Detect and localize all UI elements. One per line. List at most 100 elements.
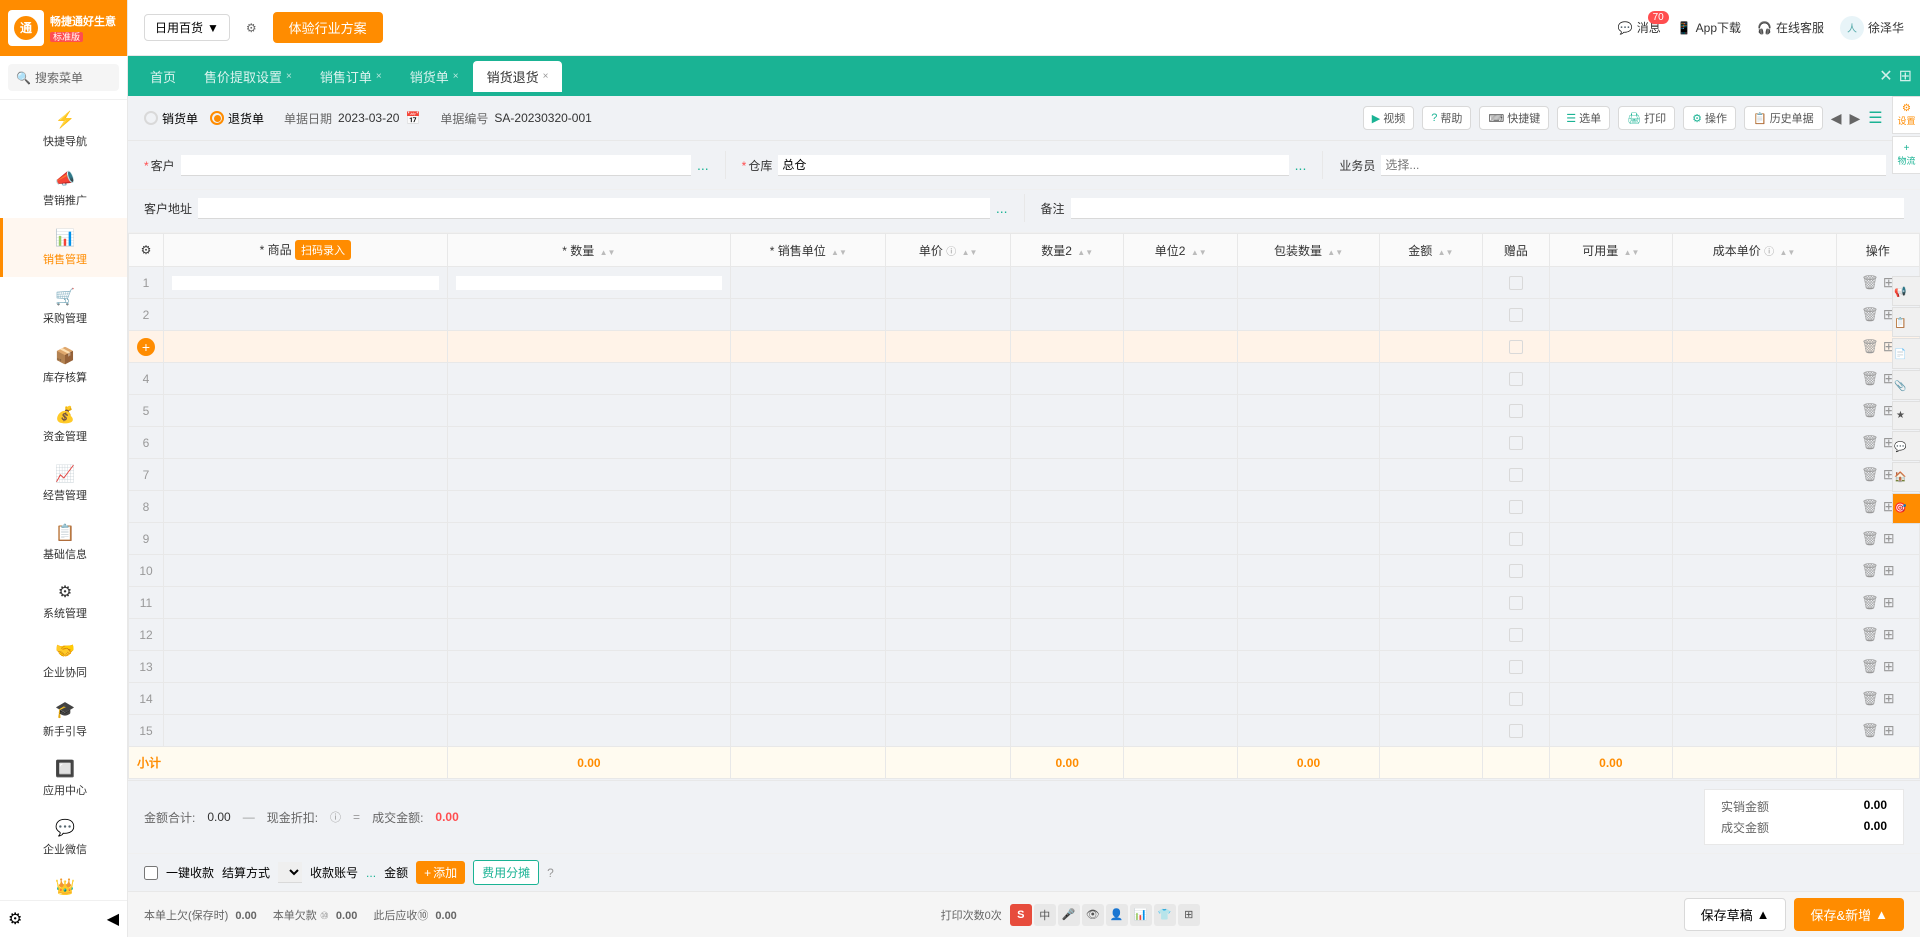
expand-tab-icon[interactable]: ⊞	[1899, 66, 1912, 86]
gift-cell-1[interactable]	[1482, 267, 1550, 299]
float-settings-button[interactable]: ⚙设置	[1892, 96, 1920, 134]
sidebar-item-apps[interactable]: 🔲 应用中心	[0, 749, 127, 808]
tool-extra-icon[interactable]: ⊞	[1178, 904, 1200, 926]
close-tab-icon[interactable]: ✕	[1879, 66, 1892, 86]
copy-row-11-icon[interactable]: ⊞	[1883, 594, 1895, 611]
delete-row-3-icon[interactable]: 🗑	[1861, 338, 1879, 355]
unit2-sort-icon[interactable]: ▲▼	[1191, 248, 1207, 257]
user-menu[interactable]: 人 徐泽华	[1840, 16, 1904, 40]
gift-checkbox-9[interactable]	[1509, 532, 1523, 546]
available-sort-icon[interactable]: ▲▼	[1624, 248, 1640, 257]
select-order-button[interactable]: ☰ 选单	[1557, 106, 1610, 130]
qty-cell-2[interactable]	[447, 299, 731, 331]
unit-cell-1[interactable]	[731, 267, 886, 299]
copy-row-9-icon[interactable]: ⊞	[1883, 530, 1895, 547]
sidebar-item-shortcut[interactable]: ⚡ 快捷导航	[0, 100, 127, 159]
copy-row-15-icon[interactable]: ⊞	[1883, 722, 1895, 739]
gift-checkbox-4[interactable]	[1509, 372, 1523, 386]
gift-checkbox-2[interactable]	[1509, 308, 1523, 322]
tab-home[interactable]: 首页	[136, 61, 190, 92]
tab-close-price-setting[interactable]: ×	[286, 71, 292, 82]
amount-cell-1[interactable]	[1380, 267, 1483, 299]
unit-cell-2[interactable]	[731, 299, 886, 331]
delete-row-9-icon[interactable]: 🗑	[1861, 530, 1879, 547]
packqty-cell-1[interactable]	[1237, 267, 1379, 299]
operate-button[interactable]: ⚙ 操作	[1683, 106, 1736, 130]
customer-input[interactable]	[181, 155, 691, 176]
header-settings-button[interactable]: ⚙	[238, 17, 265, 39]
gift-checkbox-5[interactable]	[1509, 404, 1523, 418]
tool-shirt-icon[interactable]: 👕	[1154, 904, 1176, 926]
search-menu-button[interactable]: 🔍 搜索菜单	[8, 64, 119, 91]
industry-dropdown[interactable]: 日用百货 ▼	[144, 14, 230, 41]
tab-close-sales-order[interactable]: ×	[376, 71, 382, 82]
product-input-3[interactable]	[172, 340, 439, 354]
copy-row-14-icon[interactable]: ⊞	[1883, 690, 1895, 707]
qty2-cell-1[interactable]	[1010, 267, 1124, 299]
unit-cell-3[interactable]	[731, 331, 886, 363]
price-cell-1[interactable]	[886, 267, 1011, 299]
delete-row-7-icon[interactable]: 🗑	[1861, 466, 1879, 483]
amount-cell-2[interactable]	[1380, 299, 1483, 331]
gift-checkbox-6[interactable]	[1509, 436, 1523, 450]
qty2-cell-3[interactable]	[1010, 331, 1124, 363]
gift-checkbox-13[interactable]	[1509, 660, 1523, 674]
product-input-1[interactable]	[172, 276, 439, 290]
gift-cell-3[interactable]	[1482, 331, 1550, 363]
tab-sales-return[interactable]: 销货退货 ×	[473, 61, 563, 92]
tool-s-icon[interactable]: S	[1010, 904, 1032, 926]
rs-todo-button[interactable]: 📋	[1892, 307, 1920, 337]
sidebar-item-system[interactable]: ⚙ 系统管理	[0, 572, 127, 631]
float-logistics-button[interactable]: +物流	[1892, 136, 1920, 174]
delete-row-2-icon[interactable]: 🗑	[1861, 306, 1879, 323]
onepay-checkbox[interactable]	[144, 866, 158, 880]
costprice-cell-1[interactable]	[1672, 267, 1836, 299]
help-button[interactable]: ? 帮助	[1422, 106, 1471, 130]
next-record-button[interactable]: ▶	[1849, 110, 1860, 127]
salesperson-input[interactable]	[1381, 155, 1886, 176]
payment-help-icon[interactable]: ?	[547, 866, 554, 880]
delete-row-1-icon[interactable]: 🗑	[1861, 274, 1879, 291]
copy-row-12-icon[interactable]: ⊞	[1883, 626, 1895, 643]
scan-input-button[interactable]: 扫码录入	[295, 240, 351, 260]
qty-sort-icon[interactable]: ▲▼	[600, 248, 616, 257]
available-cell-2[interactable]	[1550, 299, 1672, 331]
rs-active-button[interactable]: 🎯	[1892, 493, 1920, 523]
warehouse-input[interactable]	[778, 155, 1288, 176]
unit-sort-icon[interactable]: ▲▼	[831, 248, 847, 257]
address-input[interactable]	[198, 198, 990, 219]
amount-cell-3[interactable]	[1380, 331, 1483, 363]
qty-cell-3[interactable]	[447, 331, 731, 363]
sidebar-item-operation[interactable]: 📈 经营管理	[0, 454, 127, 513]
rs-room-button[interactable]: 🏠	[1892, 462, 1920, 492]
table-settings-header[interactable]: ⚙	[129, 234, 164, 267]
copy-row-13-icon[interactable]: ⊞	[1883, 658, 1895, 675]
history-button[interactable]: 📋 历史单据	[1744, 106, 1823, 130]
sidebar-item-marketing[interactable]: 📣 营销推广	[0, 159, 127, 218]
save-new-button[interactable]: 保存&新增 ▲	[1794, 898, 1904, 931]
delete-row-8-icon[interactable]: 🗑	[1861, 498, 1879, 515]
radio-return[interactable]: 退货单	[210, 110, 264, 127]
delete-row-15-icon[interactable]: 🗑	[1861, 722, 1879, 739]
delete-row-6-icon[interactable]: 🗑	[1861, 434, 1879, 451]
product-cell-2[interactable]	[164, 299, 448, 331]
tool-eye-icon[interactable]: 👁	[1082, 904, 1104, 926]
add-row-cell[interactable]: +	[129, 331, 164, 363]
qty-input-1[interactable]	[456, 276, 723, 290]
qty2-cell-2[interactable]	[1010, 299, 1124, 331]
costprice-cell-3[interactable]	[1672, 331, 1836, 363]
app-download-button[interactable]: 📱 App下载	[1677, 19, 1741, 36]
amount-sort-icon[interactable]: ▲▼	[1438, 248, 1454, 257]
tool-person-icon[interactable]: 👤	[1106, 904, 1128, 926]
delete-row-14-icon[interactable]: 🗑	[1861, 690, 1879, 707]
radio-sale[interactable]: 销货单	[144, 110, 198, 127]
tool-mic-icon[interactable]: 🎤	[1058, 904, 1080, 926]
unit2-cell-1[interactable]	[1124, 267, 1238, 299]
print-button[interactable]: 🖨 打印	[1618, 106, 1675, 130]
sidebar-item-wechat[interactable]: 💬 企业微信	[0, 808, 127, 867]
delete-row-13-icon[interactable]: 🗑	[1861, 658, 1879, 675]
delete-row-5-icon[interactable]: 🗑	[1861, 402, 1879, 419]
sidebar-item-inventory[interactable]: 📦 库存核算	[0, 336, 127, 395]
rs-doc-button[interactable]: 📄	[1892, 338, 1920, 368]
sidebar-item-enterprise[interactable]: 🤝 企业协同	[0, 631, 127, 690]
